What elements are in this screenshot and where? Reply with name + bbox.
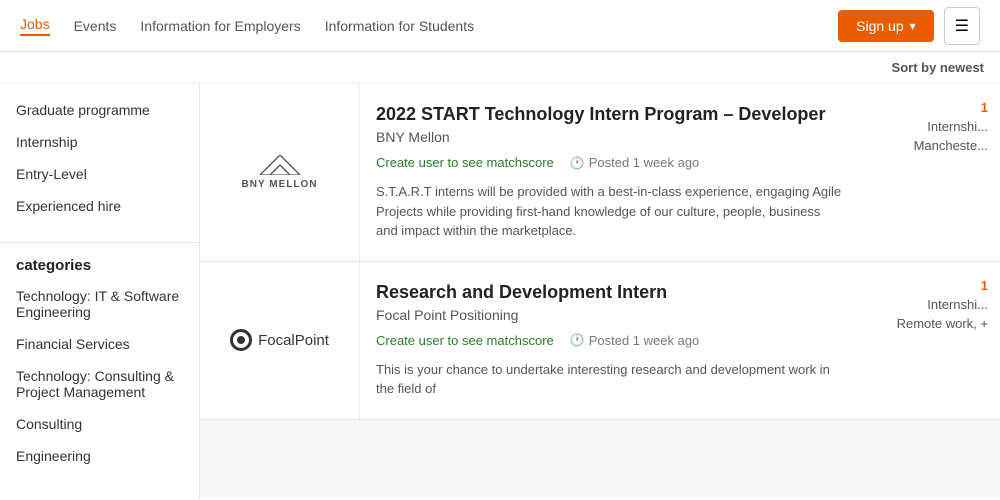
job-details-2: Research and Development Intern Focal Po… — [360, 262, 860, 419]
job-meta-1: Create user to see matchscore Posted 1 w… — [376, 155, 844, 170]
job-card-2[interactable]: FocalPoint Research and Development Inte… — [200, 262, 1000, 420]
job-title-2[interactable]: Research and Development Intern — [376, 282, 844, 303]
job-card-1[interactable]: BNY MELLON 2022 START Technology Intern … — [200, 84, 1000, 262]
sort-bar: Sort by newest — [0, 52, 1000, 84]
matchscore-link-1[interactable]: Create user to see matchscore — [376, 155, 554, 170]
sidebar-divider — [0, 242, 199, 243]
job-tag-type-1: Internshi... — [927, 119, 988, 134]
matchscore-link-2[interactable]: Create user to see matchscore — [376, 333, 554, 348]
nav-students[interactable]: Information for Students — [325, 18, 474, 34]
bny-logo-text: BNY MELLON — [242, 179, 318, 190]
header: Jobs Events Information for Employers In… — [0, 0, 1000, 52]
job-tags-1: 1 Internshi... Mancheste... — [860, 84, 1000, 261]
header-right: Sign up ☰ — [838, 7, 980, 45]
job-logo-focal: FocalPoint — [200, 262, 360, 419]
sidebar-item-entry-level[interactable]: Entry-Level — [0, 158, 199, 190]
job-tag-type-2: Internshi... — [927, 297, 988, 312]
main-layout: Graduate programme Internship Entry-Leve… — [0, 84, 1000, 498]
nav-events[interactable]: Events — [74, 18, 117, 34]
job-tag-location-1: Mancheste... — [914, 138, 988, 153]
job-title-1[interactable]: 2022 START Technology Intern Program – D… — [376, 104, 844, 125]
sidebar-categories-title: categories — [0, 247, 199, 280]
job-list: BNY MELLON 2022 START Technology Intern … — [200, 84, 1000, 498]
nav-links: Jobs Events Information for Employers In… — [20, 16, 838, 36]
posted-time-1: Posted 1 week ago — [570, 155, 700, 170]
job-company-2: Focal Point Positioning — [376, 307, 844, 323]
job-logo-bny: BNY MELLON — [200, 84, 360, 261]
sidebar-item-internship[interactable]: Internship — [0, 126, 199, 158]
job-description-1: S.T.A.R.T interns will be provided with … — [376, 182, 844, 241]
job-description-2: This is your chance to undertake interes… — [376, 360, 844, 399]
sidebar-item-graduate[interactable]: Graduate programme — [0, 94, 199, 126]
signup-button[interactable]: Sign up — [838, 10, 934, 42]
nav-jobs[interactable]: Jobs — [20, 16, 50, 36]
job-number-2: 1 — [981, 278, 988, 293]
sidebar-item-financial[interactable]: Financial Services — [0, 328, 199, 360]
sidebar-item-tech-it[interactable]: Technology: IT & Software Engineering — [0, 280, 199, 328]
sidebar-item-blank — [0, 222, 199, 238]
sidebar-item-tech-consulting[interactable]: Technology: Consulting & Project Managem… — [0, 360, 199, 408]
posted-time-2: Posted 1 week ago — [570, 333, 700, 348]
job-meta-2: Create user to see matchscore Posted 1 w… — [376, 333, 844, 348]
job-tags-2: 1 Internshi... Remote work, + — [860, 262, 1000, 419]
nav-employers[interactable]: Information for Employers — [140, 18, 300, 34]
sidebar: Graduate programme Internship Entry-Leve… — [0, 84, 200, 498]
job-details-1: 2022 START Technology Intern Program – D… — [360, 84, 860, 261]
sort-label[interactable]: Sort by newest — [892, 60, 984, 75]
job-tag-location-2: Remote work, + — [897, 316, 988, 331]
bny-logo-icon — [260, 155, 300, 175]
focal-logo-text: FocalPoint — [258, 332, 329, 349]
menu-icon-button[interactable]: ☰ — [944, 7, 980, 45]
sidebar-item-consulting[interactable]: Consulting — [0, 408, 199, 440]
focal-circle-icon — [230, 329, 252, 351]
sidebar-item-experienced-hire[interactable]: Experienced hire — [0, 190, 199, 222]
sidebar-item-engineering[interactable]: Engineering — [0, 440, 199, 472]
job-company-1: BNY Mellon — [376, 129, 844, 145]
focal-inner-icon — [237, 336, 245, 344]
job-number-1: 1 — [981, 100, 988, 115]
